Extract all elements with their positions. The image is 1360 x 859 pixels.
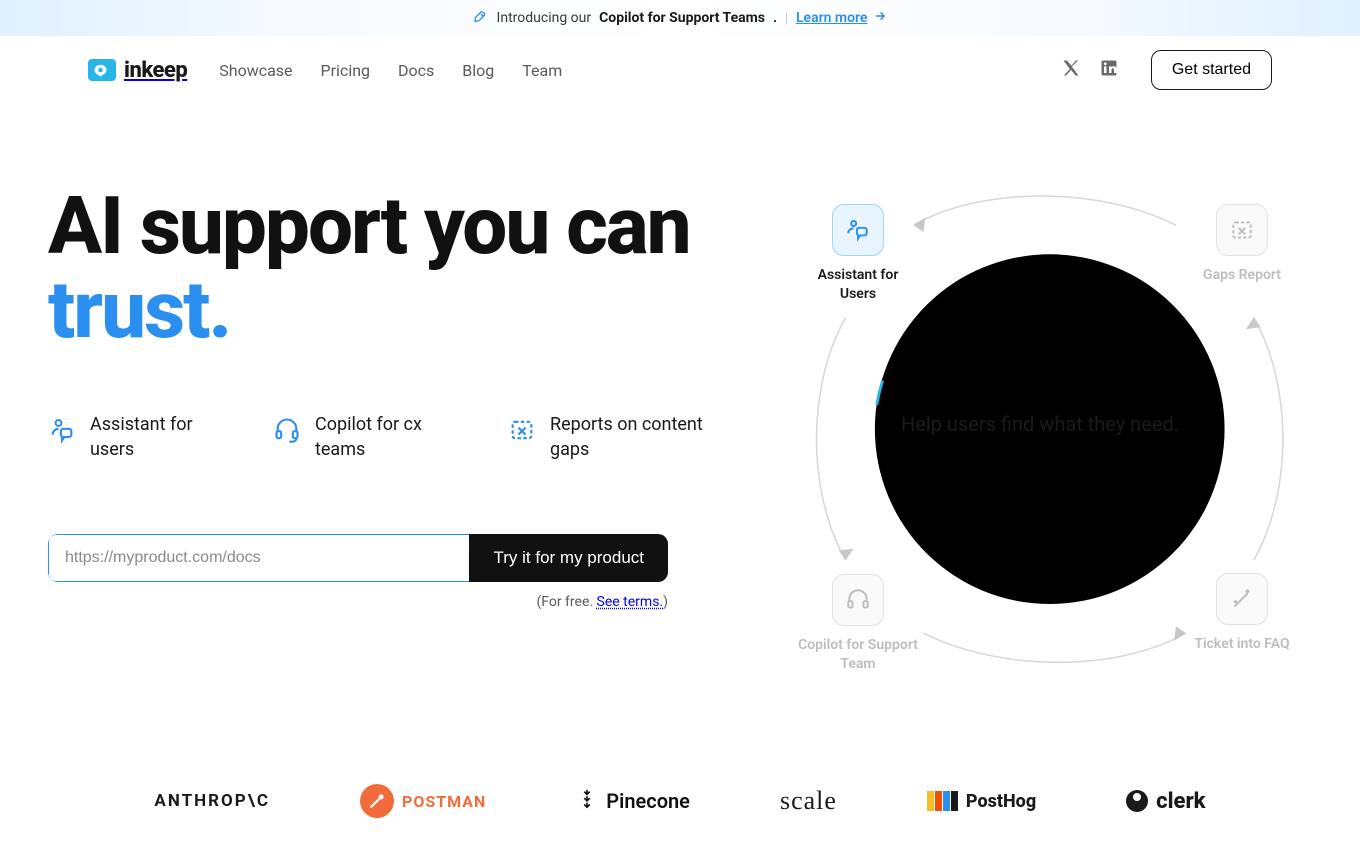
announcement-intro: Introducing our: [497, 10, 592, 26]
diagram-center-text: Help users find what they need.: [890, 412, 1190, 436]
hero-title-pre: AI support you can: [48, 179, 690, 273]
x-icon: [1061, 58, 1081, 78]
clerk-icon: [1126, 790, 1148, 812]
postman-icon: [360, 784, 394, 818]
node-gaps-report-label: Gaps Report: [1182, 266, 1302, 285]
logo[interactable]: inkeep: [88, 58, 187, 83]
feature-list: Assistant for users Copilot for cx teams…: [48, 412, 708, 462]
see-terms-link[interactable]: See terms.: [597, 594, 664, 610]
headset-icon: [273, 416, 301, 444]
logo-clerk: clerk: [1126, 789, 1205, 814]
nav-team[interactable]: Team: [522, 61, 562, 80]
header: inkeep Showcase Pricing Docs Blog Team G…: [0, 36, 1360, 104]
logo-pinecone: Pinecone: [576, 788, 690, 815]
learn-more-label: Learn more: [796, 10, 867, 26]
feature-copilot: Copilot for cx teams: [273, 412, 468, 462]
copilot-support-icon: [832, 574, 884, 626]
nav-blog[interactable]: Blog: [462, 61, 494, 80]
linkedin-link[interactable]: [1099, 58, 1119, 82]
logo-postman: POSTMAN: [360, 784, 486, 818]
report-icon: [508, 416, 536, 444]
announcement-period: .: [773, 10, 777, 26]
node-gaps-report: Gaps Report: [1182, 204, 1302, 285]
logo-anthropic: ANTHROP\C: [154, 791, 270, 811]
feature-reports-label: Reports on content gaps: [550, 412, 708, 462]
clerk-text: clerk: [1156, 789, 1205, 814]
announcement-product: Copilot for Support Teams: [599, 10, 765, 26]
rocket-icon: [473, 8, 489, 28]
node-ticket-faq-label: Ticket into FAQ: [1182, 635, 1302, 654]
hero-title: AI support you can trust.: [48, 184, 708, 352]
node-assistant-users-label: Assistant for Users: [798, 266, 918, 304]
hero-left: AI support you can trust. Assistant for …: [48, 184, 708, 684]
nav-docs[interactable]: Docs: [398, 61, 434, 80]
postman-text: POSTMAN: [402, 792, 486, 811]
node-copilot-support: Copilot for Support Team: [798, 574, 918, 674]
assistant-users-icon: [832, 204, 884, 256]
gaps-report-icon: [1216, 204, 1268, 256]
nav-showcase[interactable]: Showcase: [219, 61, 292, 80]
hero-section: AI support you can trust. Assistant for …: [0, 104, 1360, 724]
pinecone-text: Pinecone: [606, 789, 690, 813]
logo-posthog: PostHog: [927, 791, 1036, 812]
linkedin-icon: [1099, 58, 1119, 78]
feature-copilot-label: Copilot for cx teams: [315, 412, 468, 462]
terms-pre: (For free.: [536, 594, 596, 610]
try-form: Try it for my product: [48, 534, 668, 582]
node-assistant-users: Assistant for Users: [798, 204, 918, 304]
logo-text: inkeep: [124, 58, 187, 83]
nav-pricing[interactable]: Pricing: [321, 61, 371, 80]
x-twitter-link[interactable]: [1061, 58, 1081, 82]
docs-url-input[interactable]: [48, 534, 469, 582]
wand-icon: [1216, 573, 1268, 625]
node-ticket-faq: Ticket into FAQ: [1182, 573, 1302, 654]
primary-nav: Showcase Pricing Docs Blog Team: [219, 61, 562, 80]
logo-mark-icon: [88, 59, 116, 81]
try-button[interactable]: Try it for my product: [469, 534, 668, 582]
logo-scale: scale: [780, 786, 837, 816]
announcement-bar: Introducing our Copilot for Support Team…: [0, 0, 1360, 36]
learn-more-link[interactable]: Learn more: [796, 9, 887, 27]
hero-title-accent: trust.: [48, 263, 230, 357]
posthog-icon: [927, 791, 958, 811]
arrow-right-icon: [873, 9, 887, 27]
feature-assistant: Assistant for users: [48, 412, 233, 462]
terms-post: ): [663, 594, 668, 610]
customer-logos: ANTHROP\C POSTMAN Pinecone scale PostHog…: [0, 724, 1360, 848]
hero-diagram: Help users find what they need. Assistan…: [768, 184, 1312, 684]
get-started-button[interactable]: Get started: [1151, 50, 1272, 90]
terms-text: (For free. See terms.): [48, 594, 668, 610]
assistant-icon: [48, 416, 76, 444]
pinecone-icon: [576, 788, 598, 815]
separator: |: [785, 11, 788, 25]
social-links: [1061, 58, 1119, 82]
feature-assistant-label: Assistant for users: [90, 412, 233, 462]
node-copilot-support-label: Copilot for Support Team: [798, 636, 918, 674]
feature-reports: Reports on content gaps: [508, 412, 708, 462]
posthog-text: PostHog: [966, 791, 1036, 812]
